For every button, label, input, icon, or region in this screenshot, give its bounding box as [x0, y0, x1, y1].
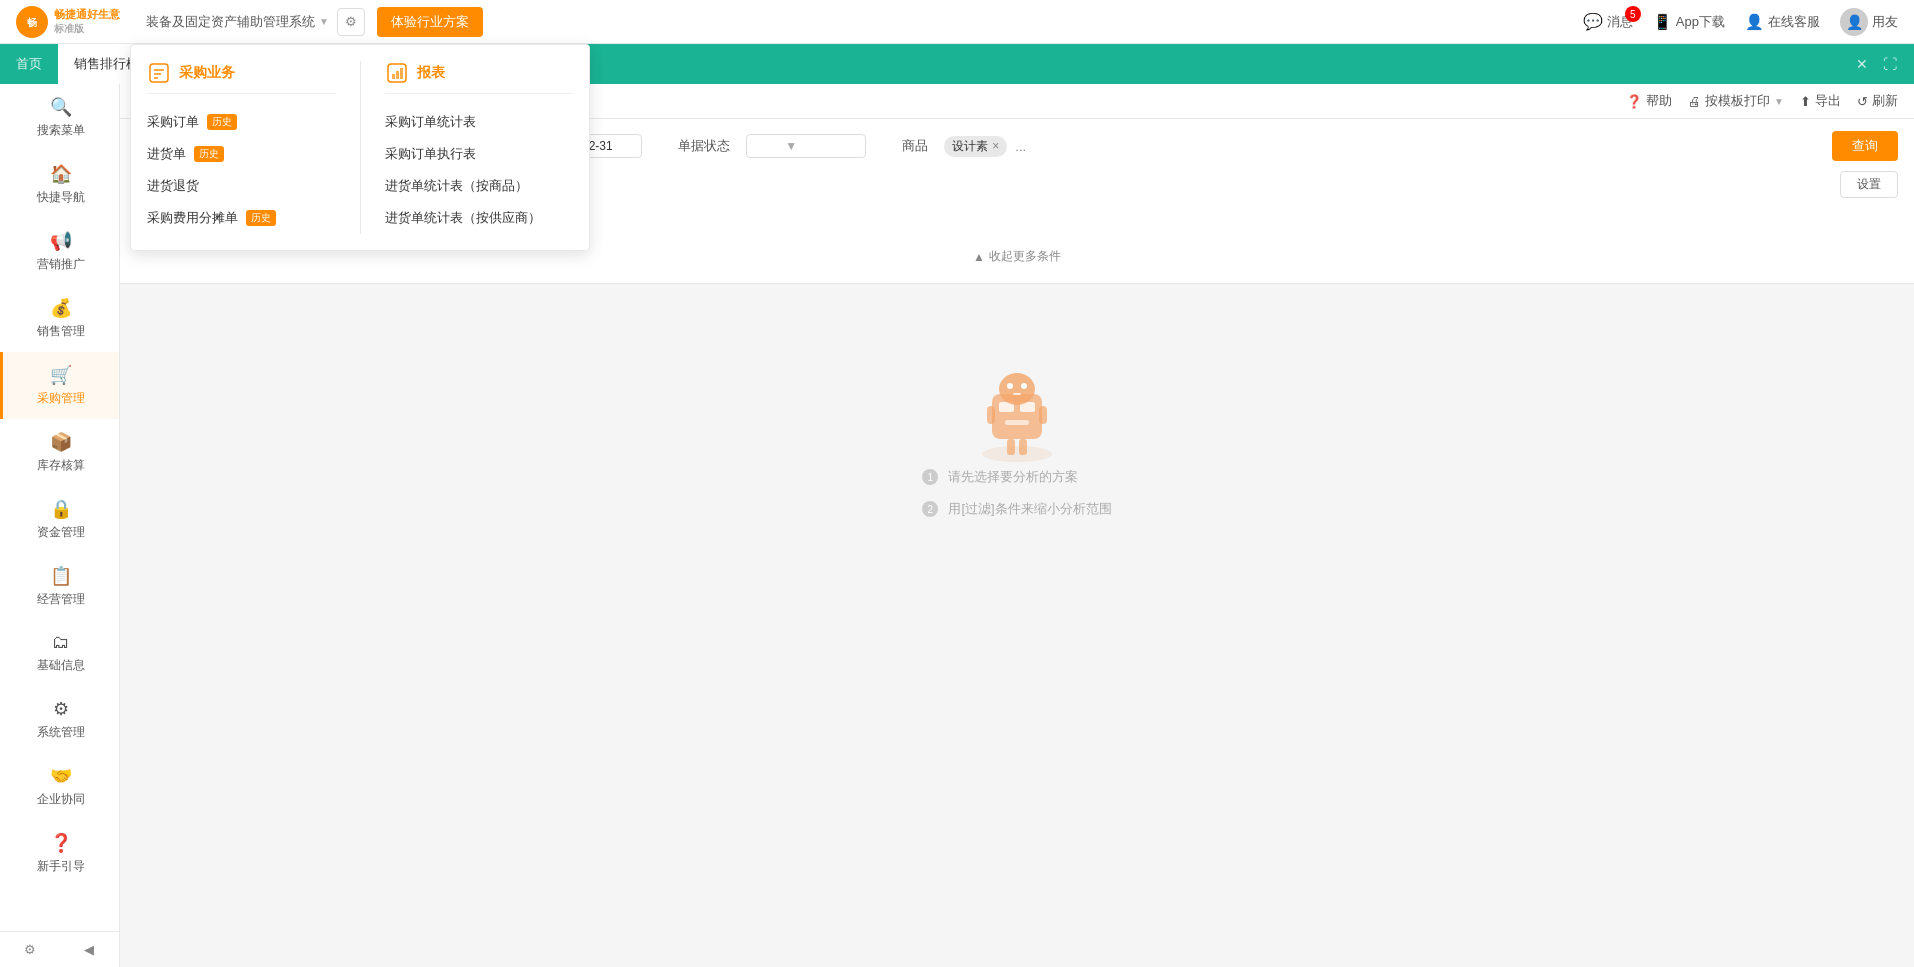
inbound-label: 进货单 [147, 145, 186, 163]
menu-business-title: 采购业务 [147, 61, 336, 94]
reports-section-icon [385, 61, 409, 85]
purchase-order-stat-label: 采购订单统计表 [385, 113, 476, 131]
menu-item-inbound-stat-goods[interactable]: 进货单统计表（按商品） [385, 170, 574, 202]
menu-item-return[interactable]: 进货退货 [147, 170, 336, 202]
purchase-order-history-badge: 历史 [207, 114, 237, 130]
menu-section-business: 采购业务 采购订单 历史 进货单 历史 进货退货 采购费用分摊单 历史 [147, 61, 336, 234]
business-section-icon [147, 61, 171, 85]
inbound-history-badge: 历史 [194, 146, 224, 162]
svg-rect-21 [396, 71, 399, 79]
menu-item-purchase-order-exec[interactable]: 采购订单执行表 [385, 138, 574, 170]
menu-item-purchase-order[interactable]: 采购订单 历史 [147, 106, 336, 138]
purchase-dropdown-menu: 采购业务 采购订单 历史 进货单 历史 进货退货 采购费用分摊单 历史 报表 [130, 44, 590, 251]
menu-item-inbound-stat-supplier[interactable]: 进货单统计表（按供应商） [385, 202, 574, 234]
purchase-order-exec-label: 采购订单执行表 [385, 145, 476, 163]
business-title-text: 采购业务 [179, 64, 235, 82]
menu-item-purchase-order-stat[interactable]: 采购订单统计表 [385, 106, 574, 138]
menu-reports-title: 报表 [385, 61, 574, 94]
inbound-stat-goods-label: 进货单统计表（按商品） [385, 177, 528, 195]
purchase-order-label: 采购订单 [147, 113, 199, 131]
menu-section-reports: 报表 采购订单统计表 采购订单执行表 进货单统计表（按商品） 进货单统计表（按供… [385, 61, 574, 234]
svg-rect-22 [400, 68, 403, 79]
svg-rect-20 [392, 74, 395, 79]
expense-history-badge: 历史 [246, 210, 276, 226]
reports-title-text: 报表 [417, 64, 445, 82]
svg-rect-15 [150, 64, 168, 82]
menu-item-inbound[interactable]: 进货单 历史 [147, 138, 336, 170]
expense-label: 采购费用分摊单 [147, 209, 238, 227]
menu-item-expense[interactable]: 采购费用分摊单 历史 [147, 202, 336, 234]
return-label: 进货退货 [147, 177, 199, 195]
inbound-stat-supplier-label: 进货单统计表（按供应商） [385, 209, 541, 227]
menu-divider [360, 61, 361, 234]
